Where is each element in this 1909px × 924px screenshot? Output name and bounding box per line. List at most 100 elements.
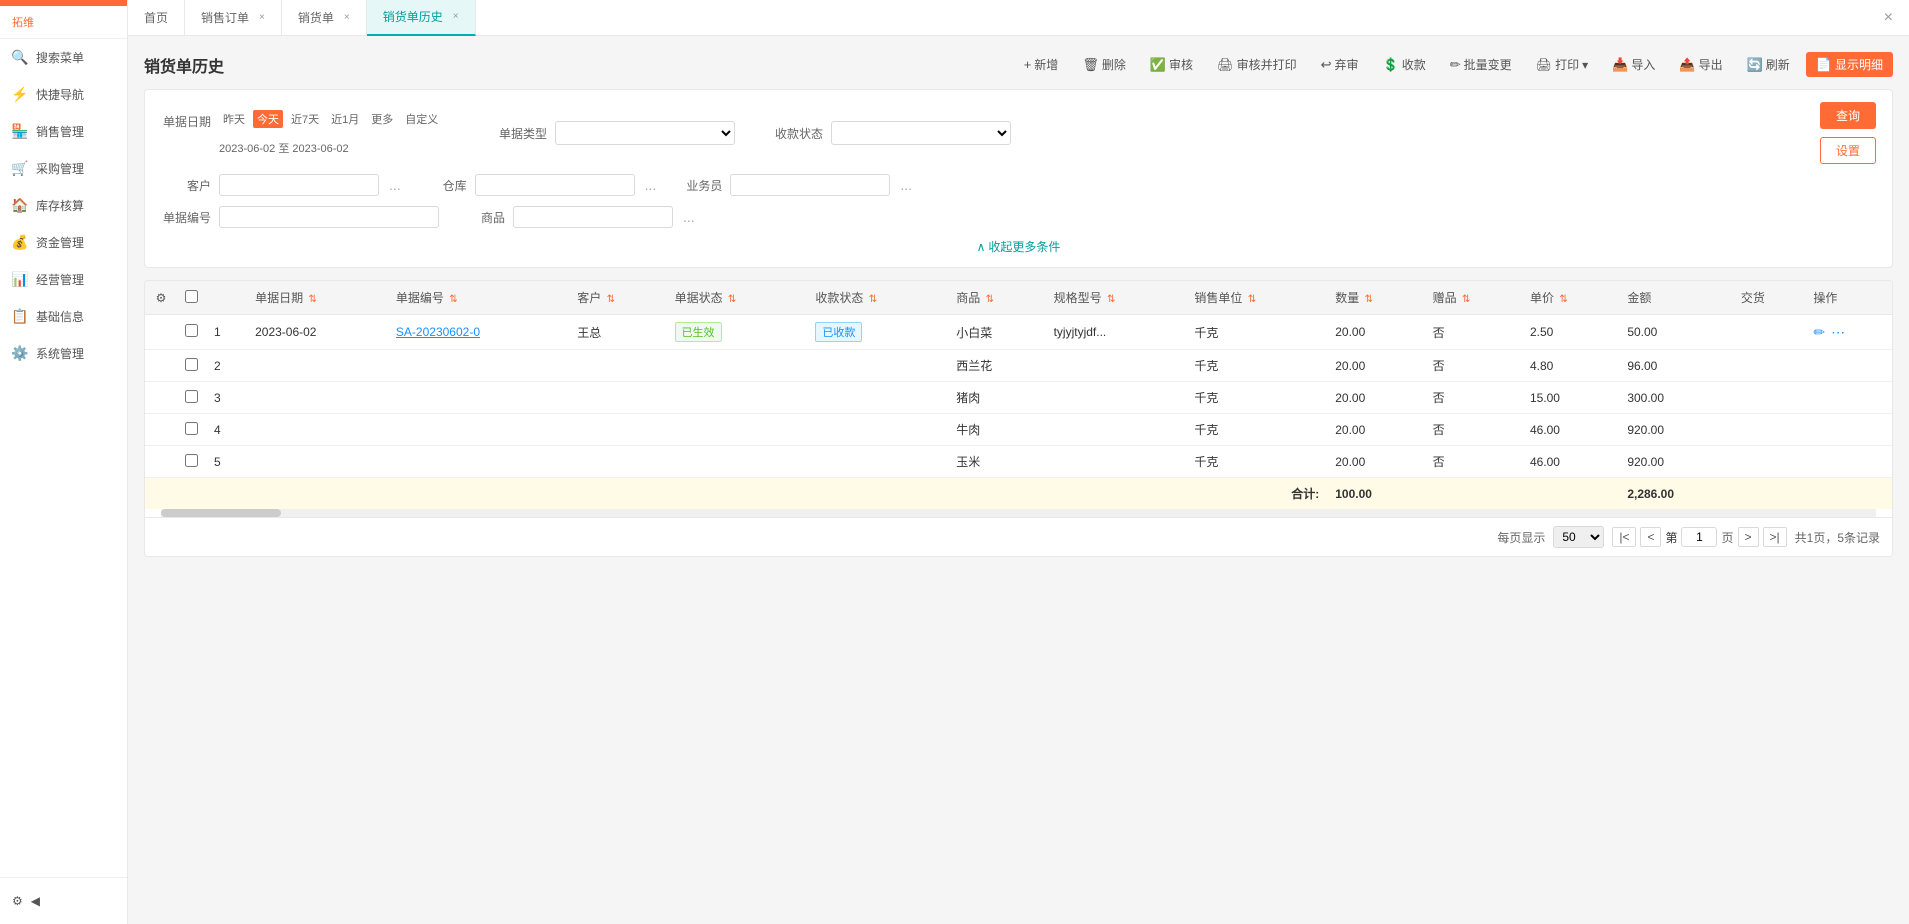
doc-no-link[interactable]: SA-20230602-0 bbox=[396, 325, 480, 339]
system-icon: ⚙️ bbox=[12, 346, 28, 362]
tab-sales-delivery-close[interactable]: × bbox=[344, 12, 350, 23]
row-actions bbox=[1805, 446, 1892, 478]
row-docno bbox=[388, 414, 569, 446]
sidebar-item-sales-mgmt[interactable]: 🏪 销售管理 bbox=[0, 113, 127, 150]
collapse-button[interactable]: ∧ 收起更多条件 bbox=[161, 238, 1876, 255]
sidebar-item-finance[interactable]: 💰 资金管理 bbox=[0, 224, 127, 261]
sidebar-item-purchase-mgmt[interactable]: 🛒 采购管理 bbox=[0, 150, 127, 187]
add-button[interactable]: + 新增 bbox=[1016, 52, 1067, 77]
col-settings[interactable]: ⚙ bbox=[145, 281, 177, 315]
col-checkbox[interactable] bbox=[177, 281, 206, 315]
date-1month-btn[interactable]: 近1月 bbox=[327, 110, 363, 128]
sidebar-search-label: 搜索菜单 bbox=[36, 49, 84, 66]
refresh-button[interactable]: 🔄 刷新 bbox=[1739, 52, 1798, 77]
select-all-checkbox[interactable] bbox=[185, 290, 198, 303]
row-checkbox[interactable] bbox=[177, 382, 206, 414]
delete-button[interactable]: 🗑 删除 bbox=[1074, 52, 1134, 77]
import-button[interactable]: 📥 导入 bbox=[1604, 52, 1663, 77]
col-doc-status[interactable]: 单据状态 ⇅ bbox=[667, 281, 808, 315]
sidebar-item-search[interactable]: 🔍 搜索菜单 bbox=[0, 39, 127, 76]
audit-print-button[interactable]: 🖨 审核并打印 bbox=[1209, 52, 1305, 77]
prev-page-btn[interactable]: < bbox=[1640, 527, 1661, 547]
sidebar-item-quick-nav[interactable]: ⚡ 快捷导航 bbox=[0, 76, 127, 113]
row-checkbox[interactable] bbox=[177, 315, 206, 350]
filter-row-1: 单据日期 昨天 今天 近7天 近1月 更多 自定义 2023-06-02 至 2… bbox=[161, 102, 1876, 164]
row-docno[interactable]: SA-20230602-0 bbox=[388, 315, 569, 350]
show-detail-button[interactable]: 📄 显示明细 bbox=[1806, 52, 1893, 77]
col-qty-sort-icon: ⇅ bbox=[1365, 294, 1373, 305]
first-page-btn[interactable]: |< bbox=[1612, 527, 1636, 547]
col-spec[interactable]: 规格型号 ⇅ bbox=[1046, 281, 1187, 315]
payment-status-select[interactable] bbox=[831, 121, 1011, 145]
scroll-thumb[interactable] bbox=[161, 509, 281, 517]
warehouse-input[interactable] bbox=[475, 174, 635, 196]
query-button[interactable]: 查询 bbox=[1820, 102, 1876, 129]
tab-bar-close-btn[interactable]: × bbox=[1876, 9, 1901, 27]
sidebar-settings-btn[interactable]: ⚙ ◀ bbox=[0, 886, 127, 916]
col-qty[interactable]: 数量 ⇅ bbox=[1327, 281, 1424, 315]
per-page-select[interactable]: 50 100 bbox=[1553, 526, 1604, 548]
tab-sales-history[interactable]: 销货单历史 × bbox=[367, 0, 476, 36]
tab-sales-order-close[interactable]: × bbox=[259, 12, 265, 23]
date-7days-btn[interactable]: 近7天 bbox=[287, 110, 323, 128]
date-more-btn[interactable]: 更多 bbox=[367, 110, 397, 128]
row-doc-status bbox=[667, 350, 808, 382]
col-payment-status[interactable]: 收款状态 ⇅ bbox=[807, 281, 948, 315]
summary-amount: 2,286.00 bbox=[1619, 478, 1733, 510]
abandon-button[interactable]: ↩ 弃审 bbox=[1313, 52, 1367, 77]
col-price[interactable]: 单价 ⇅ bbox=[1522, 281, 1619, 315]
salesperson-input[interactable] bbox=[730, 174, 890, 196]
table-row: 1 2023-06-02 SA-20230602-0 王总 已生效 已收款 小白… bbox=[145, 315, 1892, 350]
date-custom-btn[interactable]: 自定义 bbox=[401, 110, 442, 128]
tab-sales-order[interactable]: 销售订单 × bbox=[185, 0, 282, 36]
row-checkbox-input[interactable] bbox=[185, 422, 198, 435]
page-input[interactable] bbox=[1681, 527, 1717, 547]
goods-dots[interactable]: ... bbox=[683, 209, 695, 225]
row-more-icon[interactable]: ⋯ bbox=[1831, 324, 1845, 341]
summary-trade bbox=[1733, 478, 1805, 510]
col-date[interactable]: 单据日期 ⇅ bbox=[247, 281, 388, 315]
customer-input[interactable] bbox=[219, 174, 379, 196]
last-page-btn[interactable]: >| bbox=[1763, 527, 1787, 547]
batch-change-button[interactable]: ✏ 批量变更 bbox=[1442, 52, 1520, 77]
row-doc-status bbox=[667, 414, 808, 446]
tab-sales-delivery[interactable]: 销货单 × bbox=[282, 0, 367, 36]
row-checkbox-input[interactable] bbox=[185, 454, 198, 467]
sidebar-item-basic-info[interactable]: 📋 基础信息 bbox=[0, 298, 127, 335]
col-docno[interactable]: 单据编号 ⇅ bbox=[388, 281, 569, 315]
row-checkbox[interactable] bbox=[177, 446, 206, 478]
collect-button[interactable]: 💲 收款 bbox=[1375, 52, 1434, 77]
sidebar-item-system[interactable]: ⚙️ 系统管理 bbox=[0, 335, 127, 372]
col-customer[interactable]: 客户 ⇅ bbox=[569, 281, 666, 315]
export-button[interactable]: 📤 导出 bbox=[1671, 52, 1730, 77]
col-unit[interactable]: 销售单位 ⇅ bbox=[1186, 281, 1327, 315]
collapse-label: 收起更多条件 bbox=[988, 238, 1060, 255]
setting-button[interactable]: 设置 bbox=[1820, 137, 1876, 164]
next-page-btn[interactable]: > bbox=[1738, 527, 1759, 547]
doc-type-select[interactable] bbox=[555, 121, 735, 145]
col-goods[interactable]: 商品 ⇅ bbox=[948, 281, 1045, 315]
print-button[interactable]: 🖨 打印 ▾ bbox=[1528, 52, 1597, 77]
row-checkbox-input[interactable] bbox=[185, 390, 198, 403]
tab-sales-history-close[interactable]: × bbox=[453, 11, 459, 22]
date-today-btn[interactable]: 今天 bbox=[253, 110, 283, 128]
salesperson-dots[interactable]: ... bbox=[900, 177, 912, 193]
customer-dots[interactable]: ... bbox=[389, 177, 401, 193]
row-edit-icon[interactable]: ✏ bbox=[1813, 324, 1825, 341]
docno-input[interactable] bbox=[219, 206, 439, 228]
tab-home[interactable]: 首页 bbox=[128, 0, 185, 36]
col-gift[interactable]: 赠品 ⇅ bbox=[1425, 281, 1522, 315]
row-settings bbox=[145, 446, 177, 478]
goods-input[interactable] bbox=[513, 206, 673, 228]
import-label: 导入 bbox=[1631, 56, 1655, 73]
warehouse-dots[interactable]: ... bbox=[645, 177, 657, 193]
row-checkbox[interactable] bbox=[177, 350, 206, 382]
sidebar-item-inventory[interactable]: 🏠 库存核算 bbox=[0, 187, 127, 224]
row-checkbox-input[interactable] bbox=[185, 324, 198, 337]
date-yesterday-btn[interactable]: 昨天 bbox=[219, 110, 249, 128]
row-checkbox-input[interactable] bbox=[185, 358, 198, 371]
row-checkbox[interactable] bbox=[177, 414, 206, 446]
audit-button[interactable]: ✅ 审核 bbox=[1142, 52, 1201, 77]
sidebar-item-operations[interactable]: 📊 经营管理 bbox=[0, 261, 127, 298]
horizontal-scrollbar[interactable] bbox=[161, 509, 1876, 517]
